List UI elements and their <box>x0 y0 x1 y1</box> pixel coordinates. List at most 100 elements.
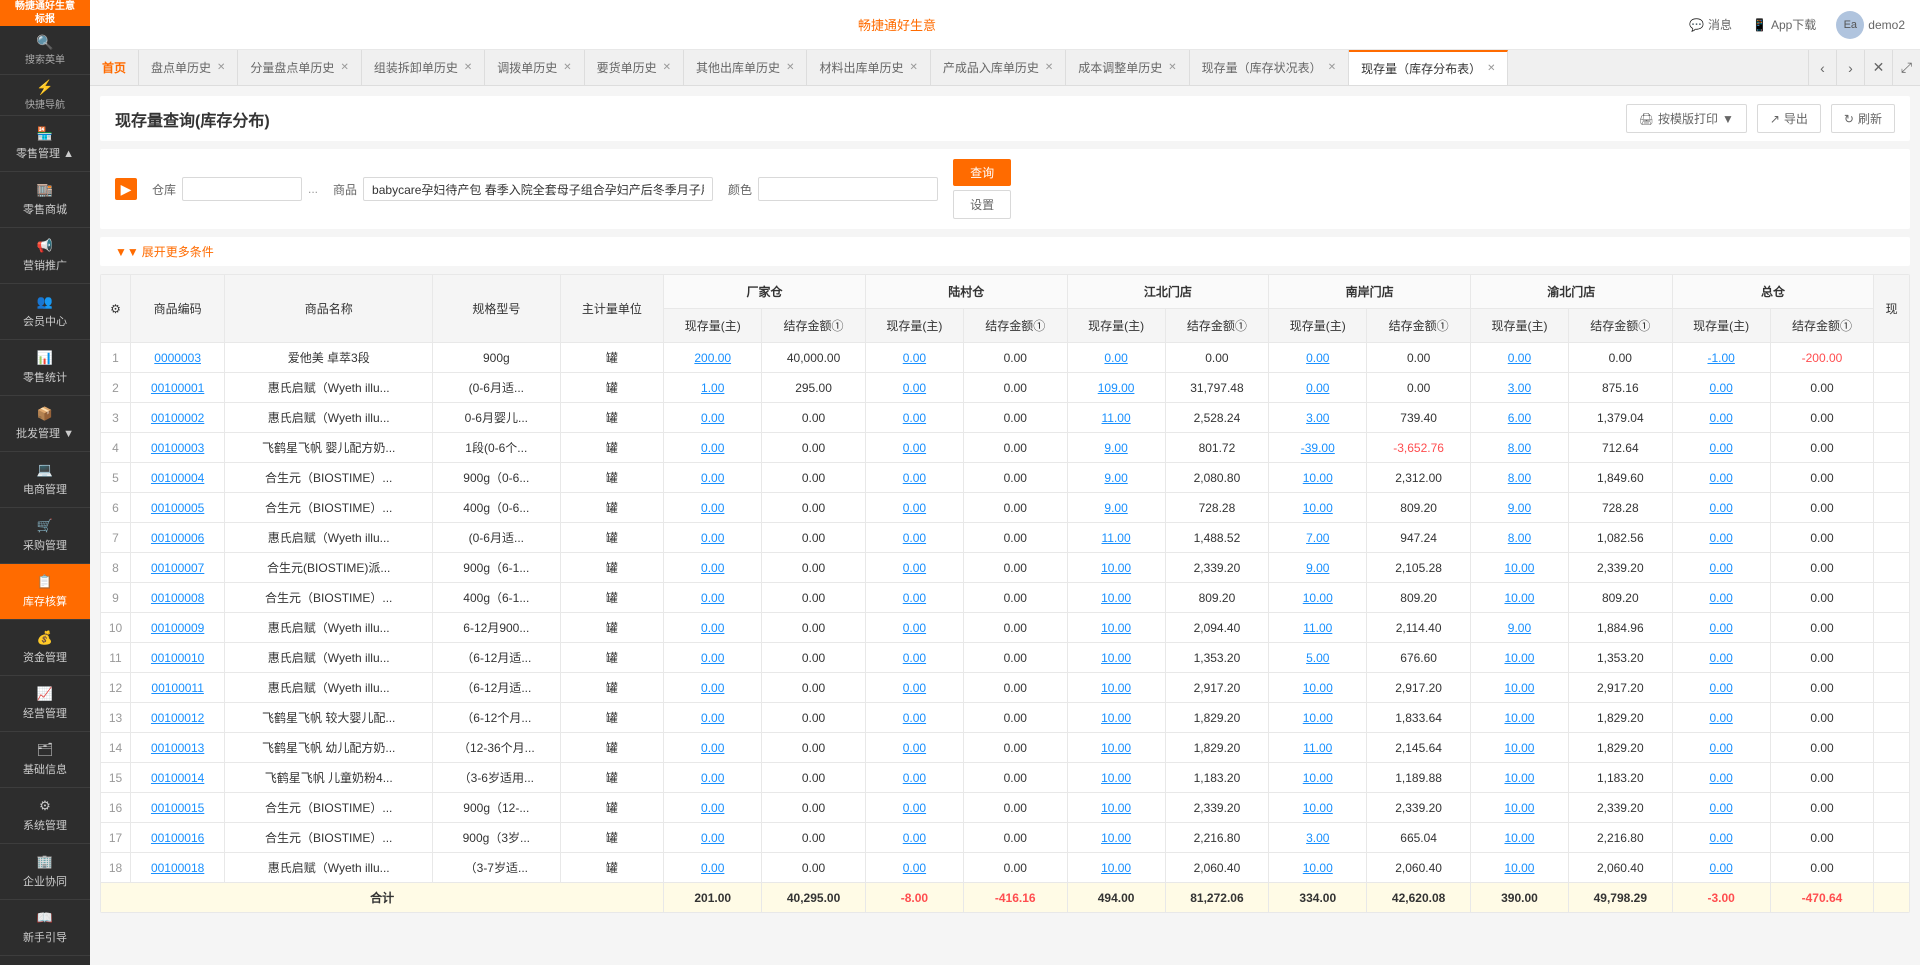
row-lucun-qty[interactable]: 0.00 <box>865 373 963 403</box>
sidebar-item-member[interactable]: 👥 会员中心 <box>0 284 90 340</box>
row-yb-qty[interactable]: 8.00 <box>1470 433 1568 463</box>
row-factory-qty[interactable]: 0.00 <box>664 853 762 883</box>
warehouse-input[interactable] <box>182 177 302 201</box>
row-factory-qty[interactable]: 0.00 <box>664 613 762 643</box>
row-tot-qty[interactable]: 0.00 <box>1672 463 1770 493</box>
sidebar-item-marketing[interactable]: 📢 营销推广 <box>0 228 90 284</box>
row-tot-qty[interactable]: 0.00 <box>1672 733 1770 763</box>
row-code[interactable]: 00100008 <box>131 583 225 613</box>
expand-more-btn[interactable]: ▼▼ 展开更多条件 <box>115 243 214 260</box>
row-factory-qty[interactable]: 0.00 <box>664 403 762 433</box>
tab-transfer[interactable]: 调拨单历史 ✕ <box>485 50 584 86</box>
row-tot-qty[interactable]: 0.00 <box>1672 703 1770 733</box>
tab-close-split[interactable]: ✕ <box>340 62 348 73</box>
row-code[interactable]: 00100018 <box>131 853 225 883</box>
row-lucun-qty[interactable]: 0.00 <box>865 613 963 643</box>
sidebar-item-appstore[interactable]: 🔲 应用中心 <box>0 956 90 965</box>
row-factory-qty[interactable]: 0.00 <box>664 583 762 613</box>
row-tot-qty[interactable]: 0.00 <box>1672 373 1770 403</box>
row-na-qty[interactable]: 11.00 <box>1269 613 1367 643</box>
row-factory-qty[interactable]: 0.00 <box>664 793 762 823</box>
row-yb-qty[interactable]: 10.00 <box>1470 853 1568 883</box>
message-btn[interactable]: 💬 消息 <box>1689 16 1732 33</box>
row-yb-qty[interactable]: 10.00 <box>1470 763 1568 793</box>
row-code[interactable]: 00100002 <box>131 403 225 433</box>
tab-split-stocktake[interactable]: 分量盘点单历史 ✕ <box>238 50 361 86</box>
sidebar-item-guide[interactable]: 📖 新手引导 <box>0 900 90 956</box>
row-tot-qty[interactable]: 0.00 <box>1672 553 1770 583</box>
row-lucun-qty[interactable]: 0.00 <box>865 523 963 553</box>
row-tot-qty[interactable]: 0.00 <box>1672 643 1770 673</box>
row-code[interactable]: 00100001 <box>131 373 225 403</box>
row-na-qty[interactable]: 10.00 <box>1269 763 1367 793</box>
row-yb-qty[interactable]: 0.00 <box>1470 343 1568 373</box>
row-lucun-qty[interactable]: 0.00 <box>865 793 963 823</box>
tab-close-other-out[interactable]: ✕ <box>786 62 794 73</box>
row-lucun-qty[interactable]: 0.00 <box>865 583 963 613</box>
row-na-qty[interactable]: 9.00 <box>1269 553 1367 583</box>
tab-stock-dist[interactable]: 现存量（库存分布表） ✕ <box>1349 50 1508 86</box>
tab-close-stock-status[interactable]: ✕ <box>1328 62 1336 73</box>
row-lucun-qty[interactable]: 0.00 <box>865 763 963 793</box>
row-jb-qty[interactable]: 9.00 <box>1067 463 1165 493</box>
row-factory-qty[interactable]: 0.00 <box>664 463 762 493</box>
search-btn[interactable]: 查询 <box>953 159 1011 186</box>
row-jb-qty[interactable]: 10.00 <box>1067 793 1165 823</box>
row-tot-qty[interactable]: 0.00 <box>1672 853 1770 883</box>
row-code[interactable]: 00100005 <box>131 493 225 523</box>
row-lucun-qty[interactable]: 0.00 <box>865 853 963 883</box>
row-factory-qty[interactable]: 0.00 <box>664 643 762 673</box>
app-download-btn[interactable]: 📱 App下载 <box>1752 16 1816 33</box>
row-yb-qty[interactable]: 10.00 <box>1470 793 1568 823</box>
sidebar-item-quicknav[interactable]: ⚡ 快捷导航 <box>0 75 90 116</box>
row-tot-qty[interactable]: 0.00 <box>1672 523 1770 553</box>
row-jb-qty[interactable]: 10.00 <box>1067 733 1165 763</box>
sidebar-item-retail[interactable]: 🏪 零售管理 ▲ <box>0 116 90 172</box>
sidebar-item-purchase[interactable]: 🛒 采购管理 <box>0 508 90 564</box>
tab-close-product-in[interactable]: ✕ <box>1045 62 1053 73</box>
row-lucun-qty[interactable]: 0.00 <box>865 823 963 853</box>
tab-stock-status[interactable]: 现存量（库存状况表） ✕ <box>1190 50 1349 86</box>
row-na-qty[interactable]: 10.00 <box>1269 673 1367 703</box>
sidebar-item-retail-stat[interactable]: 📊 零售统计 <box>0 340 90 396</box>
tab-order[interactable]: 要货单历史 ✕ <box>585 50 684 86</box>
row-na-qty[interactable]: 7.00 <box>1269 523 1367 553</box>
tab-close-material-out[interactable]: ✕ <box>909 62 917 73</box>
row-code[interactable]: 00100009 <box>131 613 225 643</box>
row-yb-qty[interactable]: 8.00 <box>1470 523 1568 553</box>
tab-close-transfer[interactable]: ✕ <box>563 62 571 73</box>
row-na-qty[interactable]: 10.00 <box>1269 583 1367 613</box>
row-factory-qty[interactable]: 0.00 <box>664 523 762 553</box>
row-na-qty[interactable]: 0.00 <box>1269 373 1367 403</box>
row-jb-qty[interactable]: 109.00 <box>1067 373 1165 403</box>
sidebar-item-system[interactable]: ⚙ 系统管理 <box>0 788 90 844</box>
settings-btn[interactable]: 设置 <box>953 190 1011 219</box>
row-jb-qty[interactable]: 10.00 <box>1067 613 1165 643</box>
row-factory-qty[interactable]: 0.00 <box>664 703 762 733</box>
product-input[interactable] <box>363 177 713 201</box>
filter-expand-btn[interactable]: ▶ <box>115 178 137 200</box>
row-factory-qty[interactable]: 0.00 <box>664 823 762 853</box>
row-code[interactable]: 00100012 <box>131 703 225 733</box>
sidebar-item-retail-shop[interactable]: 🏬 零售商城 <box>0 172 90 228</box>
row-lucun-qty[interactable]: 0.00 <box>865 553 963 583</box>
sidebar-item-inventory[interactable]: 📋 库存核算 <box>0 564 90 620</box>
tab-close-assembly[interactable]: ✕ <box>464 62 472 73</box>
tab-close-stocktake[interactable]: ✕ <box>217 62 225 73</box>
tab-close-stock-dist[interactable]: ✕ <box>1487 63 1495 74</box>
sidebar-item-enterprise[interactable]: 🏢 企业协同 <box>0 844 90 900</box>
row-jb-qty[interactable]: 10.00 <box>1067 703 1165 733</box>
sidebar-item-ecommerce[interactable]: 💻 电商管理 <box>0 452 90 508</box>
row-code[interactable]: 00100010 <box>131 643 225 673</box>
row-tot-qty[interactable]: 0.00 <box>1672 763 1770 793</box>
row-lucun-qty[interactable]: 0.00 <box>865 493 963 523</box>
row-jb-qty[interactable]: 10.00 <box>1067 763 1165 793</box>
row-lucun-qty[interactable]: 0.00 <box>865 433 963 463</box>
sidebar-item-wholesale[interactable]: 📦 批发管理 ▼ <box>0 396 90 452</box>
row-lucun-qty[interactable]: 0.00 <box>865 703 963 733</box>
row-jb-qty[interactable]: 9.00 <box>1067 493 1165 523</box>
row-na-qty[interactable]: 0.00 <box>1269 343 1367 373</box>
refresh-btn[interactable]: ↻ 刷新 <box>1831 104 1895 133</box>
row-factory-qty[interactable]: 0.00 <box>664 763 762 793</box>
row-factory-qty[interactable]: 0.00 <box>664 673 762 703</box>
